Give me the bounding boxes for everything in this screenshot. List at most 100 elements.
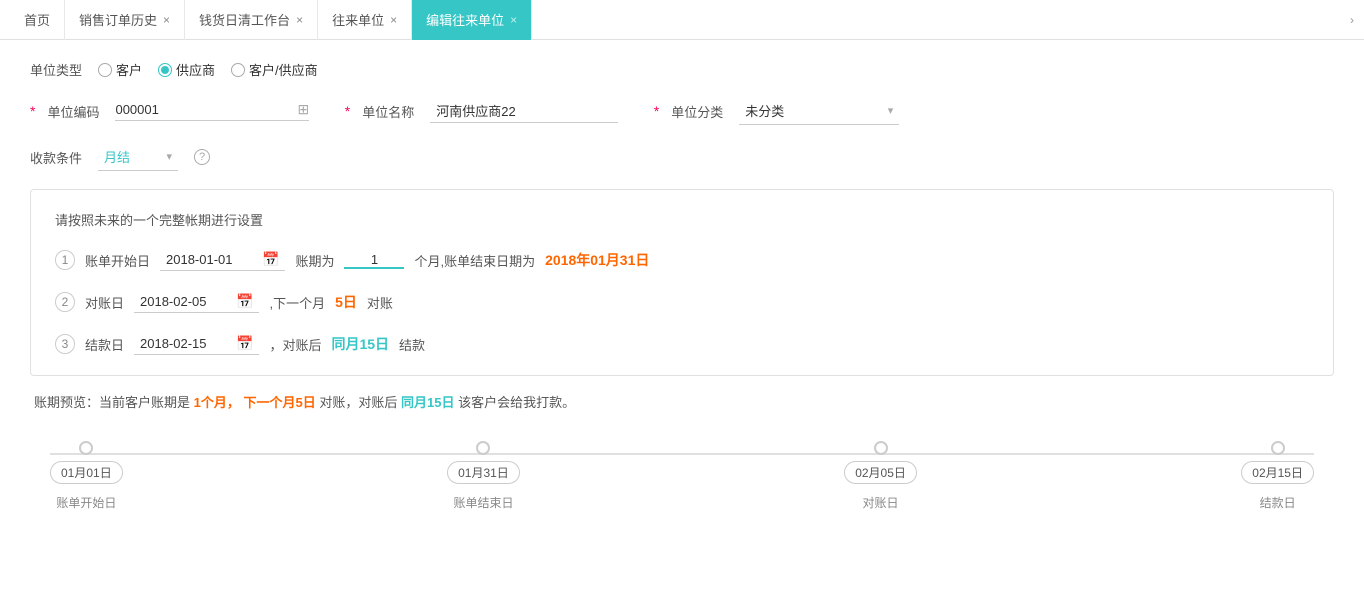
period-date-input-1[interactable] <box>166 252 256 267</box>
period-row2-suffix3: 对账 <box>367 293 393 312</box>
tabs-arrow[interactable]: › <box>1350 13 1354 27</box>
payment-terms-value: 月结 <box>104 147 130 166</box>
period-row3-highlight: 同月15日 <box>331 334 389 354</box>
unit-type-label: 单位类型 <box>30 60 82 79</box>
payment-terms-select[interactable]: 月结 ▾ <box>98 143 178 171</box>
unit-category-label: 单位分类 <box>671 102 723 121</box>
period-months-suffix: 个月,账单结束日期为 <box>414 251 535 270</box>
period-label-1: 账单开始日 <box>85 251 150 270</box>
tab-home[interactable]: 首页 <box>10 0 65 40</box>
preview-label: 账期预览：当前客户账期是 <box>34 395 190 410</box>
preview-part4: 同月15日 <box>401 395 454 410</box>
period-row2-suffix1: ,下一个月 <box>269 293 325 312</box>
unit-code-copy-icon[interactable]: ⊞ <box>297 101 309 118</box>
period-num-1: 1 <box>55 250 75 270</box>
timeline-point-2: 02月05日 对账日 <box>844 441 917 511</box>
timeline-label-2: 02月05日 <box>844 461 917 484</box>
preview-part5: 该客户会给我打款。 <box>458 395 575 410</box>
timeline-desc-3: 结款日 <box>1260 494 1296 511</box>
period-date-2[interactable]: 📅 <box>134 291 259 313</box>
preview-part3: 对账，对账后 <box>319 395 397 410</box>
unit-code-star: * <box>30 103 35 119</box>
radio-customer-circle <box>98 63 112 77</box>
tab-cashflow[interactable]: 钱货日清工作台 × <box>185 0 318 40</box>
period-num-2: 2 <box>55 292 75 312</box>
timeline: 01月01日 账单开始日 01月31日 账单结束日 02月05日 对账日 02月… <box>30 431 1334 511</box>
main-content: 单位类型 客户 供应商 客户/供应商 * 单位编码 ⊞ * 单位名称 <box>0 40 1364 608</box>
unit-code-field[interactable]: ⊞ <box>115 101 309 121</box>
period-end-date-highlight: 2018年01月31日 <box>545 250 649 270</box>
tab-sales-history[interactable]: 销售订单历史 × <box>65 0 185 40</box>
period-date-input-3[interactable] <box>140 336 230 351</box>
tab-edit-counterpart[interactable]: 编辑往来单位 × <box>412 0 532 40</box>
timeline-points: 01月01日 账单开始日 01月31日 账单结束日 02月05日 对账日 02月… <box>50 441 1314 511</box>
unit-category-select[interactable]: 未分类 ▾ <box>739 97 899 125</box>
payment-terms-label: 收款条件 <box>30 148 82 167</box>
radio-customer-label: 客户 <box>116 60 142 79</box>
radio-customer-supplier-label: 客户/供应商 <box>249 60 318 79</box>
unit-type-radio-group: 客户 供应商 客户/供应商 <box>98 60 318 79</box>
tab-counterpart[interactable]: 往来单位 × <box>318 0 412 40</box>
tab-cashflow-label: 钱货日清工作台 <box>199 10 290 29</box>
tab-sales-history-close[interactable]: × <box>163 13 170 27</box>
preview-text: 账期预览：当前客户账期是 1个月， 下一个月5日 对账，对账后 同月15日 该客… <box>30 392 1334 411</box>
timeline-desc-2: 对账日 <box>863 494 899 511</box>
radio-supplier-label: 供应商 <box>176 60 215 79</box>
timeline-label-1: 01月31日 <box>447 461 520 484</box>
radio-customer-supplier-circle <box>231 63 245 77</box>
timeline-point-1: 01月31日 账单结束日 <box>447 441 520 511</box>
period-box-title: 请按照未来的一个完整帐期进行设置 <box>55 210 1309 229</box>
timeline-point-3: 02月15日 结款日 <box>1241 441 1314 511</box>
radio-customer-supplier[interactable]: 客户/供应商 <box>231 60 318 79</box>
period-row2-day: 5日 <box>335 292 357 312</box>
timeline-dot-1 <box>476 441 490 455</box>
tabs-bar: 首页 销售订单历史 × 钱货日清工作台 × 往来单位 × 编辑往来单位 × › <box>0 0 1364 40</box>
period-row-2: 2 对账日 📅 ,下一个月 5日 对账 <box>55 291 1309 313</box>
unit-name-star: * <box>345 103 350 119</box>
unit-type-row: 单位类型 客户 供应商 客户/供应商 <box>30 60 1334 79</box>
tab-cashflow-close[interactable]: × <box>296 13 303 27</box>
timeline-desc-1: 账单结束日 <box>453 494 513 511</box>
unit-code-input[interactable] <box>115 102 291 117</box>
payment-terms-arrow: ▾ <box>166 150 172 163</box>
tab-counterpart-close[interactable]: × <box>390 13 397 27</box>
payment-terms-row: 收款条件 月结 ▾ ? <box>30 143 1334 171</box>
radio-supplier[interactable]: 供应商 <box>158 60 215 79</box>
period-calendar-icon-3[interactable]: 📅 <box>236 335 253 352</box>
period-setup-box: 请按照未来的一个完整帐期进行设置 1 账单开始日 📅 账期为 个月,账单结束日期… <box>30 189 1334 376</box>
timeline-dot-0 <box>79 441 93 455</box>
tab-sales-history-label: 销售订单历史 <box>79 10 157 29</box>
period-calendar-icon-1[interactable]: 📅 <box>262 251 279 268</box>
preview-part2: 下一个月5日 <box>244 395 316 410</box>
unit-name-input[interactable] <box>430 99 618 123</box>
period-row-3: 3 结款日 📅 ，对账后 同月15日 结款 <box>55 333 1309 355</box>
timeline-desc-0: 账单开始日 <box>56 494 116 511</box>
timeline-label-0: 01月01日 <box>50 461 123 484</box>
unit-category-star: * <box>654 103 659 119</box>
timeline-point-0: 01月01日 账单开始日 <box>50 441 123 511</box>
timeline-label-3: 02月15日 <box>1241 461 1314 484</box>
period-num-3: 3 <box>55 334 75 354</box>
period-date-3[interactable]: 📅 <box>134 333 259 355</box>
period-months-input[interactable] <box>344 252 404 269</box>
tab-home-label: 首页 <box>24 10 50 29</box>
period-row-1: 1 账单开始日 📅 账期为 个月,账单结束日期为 2018年01月31日 <box>55 249 1309 271</box>
unit-code-label: 单位编码 <box>47 102 99 121</box>
radio-customer[interactable]: 客户 <box>98 60 142 79</box>
tab-edit-counterpart-close[interactable]: × <box>510 13 517 27</box>
tab-counterpart-label: 往来单位 <box>332 10 384 29</box>
unit-category-arrow: ▾ <box>888 104 894 117</box>
tab-edit-counterpart-label: 编辑往来单位 <box>426 10 504 29</box>
unit-name-label: 单位名称 <box>362 102 414 121</box>
period-suffix-1: 账期为 <box>295 251 334 270</box>
period-date-input-2[interactable] <box>140 294 230 309</box>
period-calendar-icon-2[interactable]: 📅 <box>236 293 253 310</box>
preview-part1: 1个月， <box>194 395 240 410</box>
period-label-3: 结款日 <box>85 335 124 354</box>
period-date-1[interactable]: 📅 <box>160 249 285 271</box>
period-label-2: 对账日 <box>85 293 124 312</box>
payment-terms-help[interactable]: ? <box>194 149 210 165</box>
period-row3-prefix: ，对账后 <box>269 335 321 354</box>
unit-info-row: * 单位编码 ⊞ * 单位名称 * 单位分类 未分类 ▾ <box>30 97 1334 125</box>
unit-category-value: 未分类 <box>745 101 784 120</box>
